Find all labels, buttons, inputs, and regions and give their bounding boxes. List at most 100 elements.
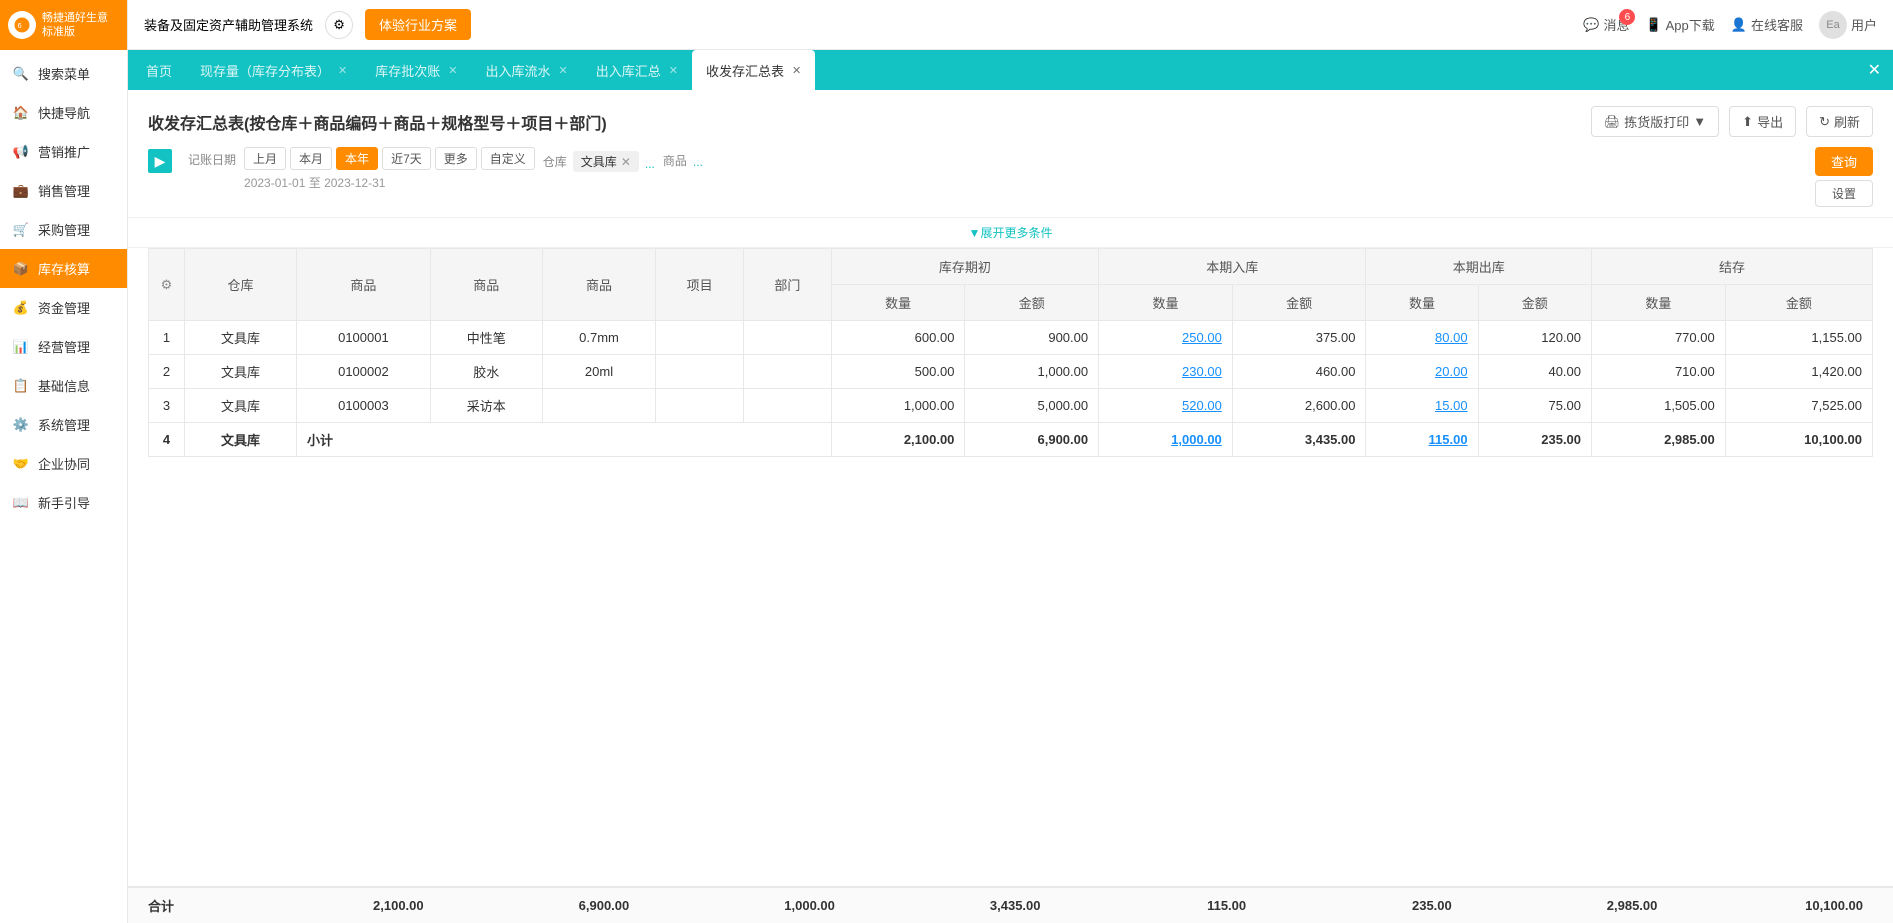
cell-out-qty[interactable]: 80.00 bbox=[1366, 321, 1478, 355]
main-area: 装备及固定资产辅助管理系统 ⚙ 体验行业方案 💬 消息 6 📱 App下载 👤 … bbox=[128, 0, 1893, 923]
cell-out-amt: 40.00 bbox=[1478, 355, 1591, 389]
cell-out-qty[interactable]: 15.00 bbox=[1366, 389, 1478, 423]
warehouse-tag-close[interactable]: ✕ bbox=[621, 155, 631, 169]
table-row: 3 文具库 0100003 采访本 1,000.00 5,000.00 520.… bbox=[149, 389, 1873, 423]
th-out-qty: 数量 bbox=[1366, 285, 1478, 321]
tab-inout-flow[interactable]: 出入库流水 ✕ bbox=[471, 50, 581, 90]
subtotal-in-qty[interactable]: 1,000.00 bbox=[1099, 423, 1233, 457]
sidebar-item-search[interactable]: 🔍 搜索菜单 bbox=[0, 54, 127, 93]
user-avatar: Ea bbox=[1819, 11, 1847, 39]
cell-in-qty[interactable]: 230.00 bbox=[1099, 355, 1233, 389]
date-btn-more[interactable]: 更多 bbox=[435, 147, 477, 170]
th-out-amt: 金额 bbox=[1478, 285, 1591, 321]
cell-opening-qty: 500.00 bbox=[831, 355, 965, 389]
query-button[interactable]: 查询 bbox=[1815, 147, 1873, 176]
th-opening-qty: 数量 bbox=[831, 285, 965, 321]
tab-inout-summary-close[interactable]: ✕ bbox=[669, 64, 678, 77]
tab-batch-close[interactable]: ✕ bbox=[448, 64, 457, 77]
app-logo: 6 畅捷通好生意 标准版 bbox=[0, 0, 127, 50]
cell-goods-name: 采访本 bbox=[430, 389, 542, 423]
settings-button[interactable]: ⚙ bbox=[325, 11, 353, 39]
enterprise-icon: 🤝 bbox=[12, 455, 30, 473]
goods-label: 商品 bbox=[663, 152, 687, 169]
cell-goods-spec: 0.7mm bbox=[542, 321, 655, 355]
cell-in-amt: 2,600.00 bbox=[1232, 389, 1366, 423]
date-btn-custom[interactable]: 自定义 bbox=[481, 147, 535, 170]
table-row: 2 文具库 0100002 胶水 20ml 500.00 1,000.00 23… bbox=[149, 355, 1873, 389]
sidebar-item-operation[interactable]: 📊 经营管理 bbox=[0, 327, 127, 366]
chevron-down-icon: ▼ bbox=[1693, 114, 1706, 129]
user-item[interactable]: Ea 用户 bbox=[1819, 11, 1877, 39]
date-btn-this-year[interactable]: 本年 bbox=[336, 147, 378, 170]
service-icon: 👤 bbox=[1731, 17, 1747, 33]
sidebar-item-system[interactable]: ⚙️ 系统管理 bbox=[0, 405, 127, 444]
cell-balance-amt: 1,155.00 bbox=[1725, 321, 1872, 355]
tabs-close-all[interactable]: ✕ bbox=[1860, 60, 1889, 80]
message-item[interactable]: 💬 消息 6 bbox=[1583, 15, 1629, 34]
sidebar-item-purchase[interactable]: 🛒 采购管理 bbox=[0, 210, 127, 249]
cell-project bbox=[656, 389, 744, 423]
table-footer: 合计 2,100.00 6,900.00 1,000.00 3,435.00 1… bbox=[128, 886, 1893, 923]
sidebar-item-base[interactable]: 📋 基础信息 bbox=[0, 366, 127, 405]
app-download-item[interactable]: 📱 App下载 bbox=[1645, 15, 1714, 34]
refresh-button[interactable]: ↻ 刷新 bbox=[1806, 106, 1873, 137]
filter-bar: ▶ 记账日期 上月 本月 本年 近7天 更多 自定义 2023-01-01 至 … bbox=[128, 137, 1893, 218]
cell-goods-spec bbox=[542, 389, 655, 423]
subtotal-opening-amt: 6,900.00 bbox=[965, 423, 1099, 457]
sidebar-item-enterprise[interactable]: 🤝 企业协同 bbox=[0, 444, 127, 483]
tab-inout-summary[interactable]: 出入库汇总 ✕ bbox=[582, 50, 692, 90]
date-btn-7days[interactable]: 近7天 bbox=[382, 147, 431, 170]
cell-goods-spec: 20ml bbox=[542, 355, 655, 389]
tab-recv-summary-close[interactable]: ✕ bbox=[792, 64, 801, 77]
expand-more-bar[interactable]: ▼ 展开更多条件 bbox=[128, 218, 1893, 248]
subtotal-out-qty[interactable]: 115.00 bbox=[1366, 423, 1478, 457]
cell-project bbox=[656, 355, 744, 389]
warehouse-more[interactable]: ... bbox=[645, 157, 655, 171]
system-title: 装备及固定资产辅助管理系统 bbox=[144, 15, 313, 34]
date-btn-last-month[interactable]: 上月 bbox=[244, 147, 286, 170]
sales-icon: 💼 bbox=[12, 182, 30, 200]
cell-goods-code: 0100001 bbox=[297, 321, 431, 355]
sidebar: 6 畅捷通好生意 标准版 🔍 搜索菜单 🏠 快捷导航 📢 营销推广 💼 销售管理… bbox=[0, 0, 128, 923]
th-dept: 部门 bbox=[743, 249, 831, 321]
setting-button[interactable]: 设置 bbox=[1815, 180, 1873, 207]
print-button[interactable]: 🖨 拣货版打印 ▼ bbox=[1591, 106, 1719, 137]
subtotal-in-amt: 3,435.00 bbox=[1232, 423, 1366, 457]
th-settings[interactable]: ⚙ bbox=[149, 249, 185, 321]
home-icon: 🏠 bbox=[12, 104, 30, 122]
sidebar-item-finance[interactable]: 💰 资金管理 bbox=[0, 288, 127, 327]
tab-stock-dist[interactable]: 现存量（库存分布表） ✕ bbox=[186, 50, 361, 90]
tab-recv-summary[interactable]: 收发存汇总表 ✕ bbox=[692, 50, 815, 90]
export-button[interactable]: ⬆ 导出 bbox=[1729, 106, 1796, 137]
th-goods-name: 商品 bbox=[430, 249, 542, 321]
sidebar-item-inventory[interactable]: 📦 库存核算 bbox=[0, 249, 127, 288]
sidebar-item-guide[interactable]: 📖 新手引导 bbox=[0, 483, 127, 522]
experience-button[interactable]: 体验行业方案 bbox=[365, 9, 471, 40]
tab-stock-dist-close[interactable]: ✕ bbox=[338, 64, 347, 77]
tab-inout-flow-close[interactable]: ✕ bbox=[559, 64, 568, 77]
filter-toggle-button[interactable]: ▶ bbox=[148, 149, 172, 173]
cell-in-qty[interactable]: 250.00 bbox=[1099, 321, 1233, 355]
goods-more[interactable]: ... bbox=[693, 155, 703, 169]
date-range-display: 2023-01-01 至 2023-12-31 bbox=[244, 174, 535, 191]
footer-in-qty: 1,000.00 bbox=[639, 898, 845, 913]
cell-out-qty[interactable]: 20.00 bbox=[1366, 355, 1478, 389]
base-icon: 📋 bbox=[12, 377, 30, 395]
date-btn-this-month[interactable]: 本月 bbox=[290, 147, 332, 170]
th-in: 本期入库 bbox=[1099, 249, 1366, 285]
date-buttons: 上月 本月 本年 近7天 更多 自定义 bbox=[244, 147, 535, 170]
th-in-qty: 数量 bbox=[1099, 285, 1233, 321]
online-service-item[interactable]: 👤 在线客服 bbox=[1731, 15, 1803, 34]
topbar-left: 装备及固定资产辅助管理系统 ⚙ 体验行业方案 bbox=[144, 9, 471, 40]
cell-in-qty[interactable]: 520.00 bbox=[1099, 389, 1233, 423]
topbar-right: 💬 消息 6 📱 App下载 👤 在线客服 Ea 用户 bbox=[1583, 11, 1877, 39]
cell-dept bbox=[743, 389, 831, 423]
logo-text: 畅捷通好生意 标准版 bbox=[42, 11, 108, 40]
tab-batch[interactable]: 库存批次账 ✕ bbox=[361, 50, 471, 90]
th-goods-spec: 商品 bbox=[542, 249, 655, 321]
download-icon: 📱 bbox=[1645, 17, 1661, 33]
sidebar-item-marketing[interactable]: 📢 营销推广 bbox=[0, 132, 127, 171]
sidebar-item-sales[interactable]: 💼 销售管理 bbox=[0, 171, 127, 210]
sidebar-item-quicknav[interactable]: 🏠 快捷导航 bbox=[0, 93, 127, 132]
tab-home[interactable]: 首页 bbox=[132, 50, 186, 90]
